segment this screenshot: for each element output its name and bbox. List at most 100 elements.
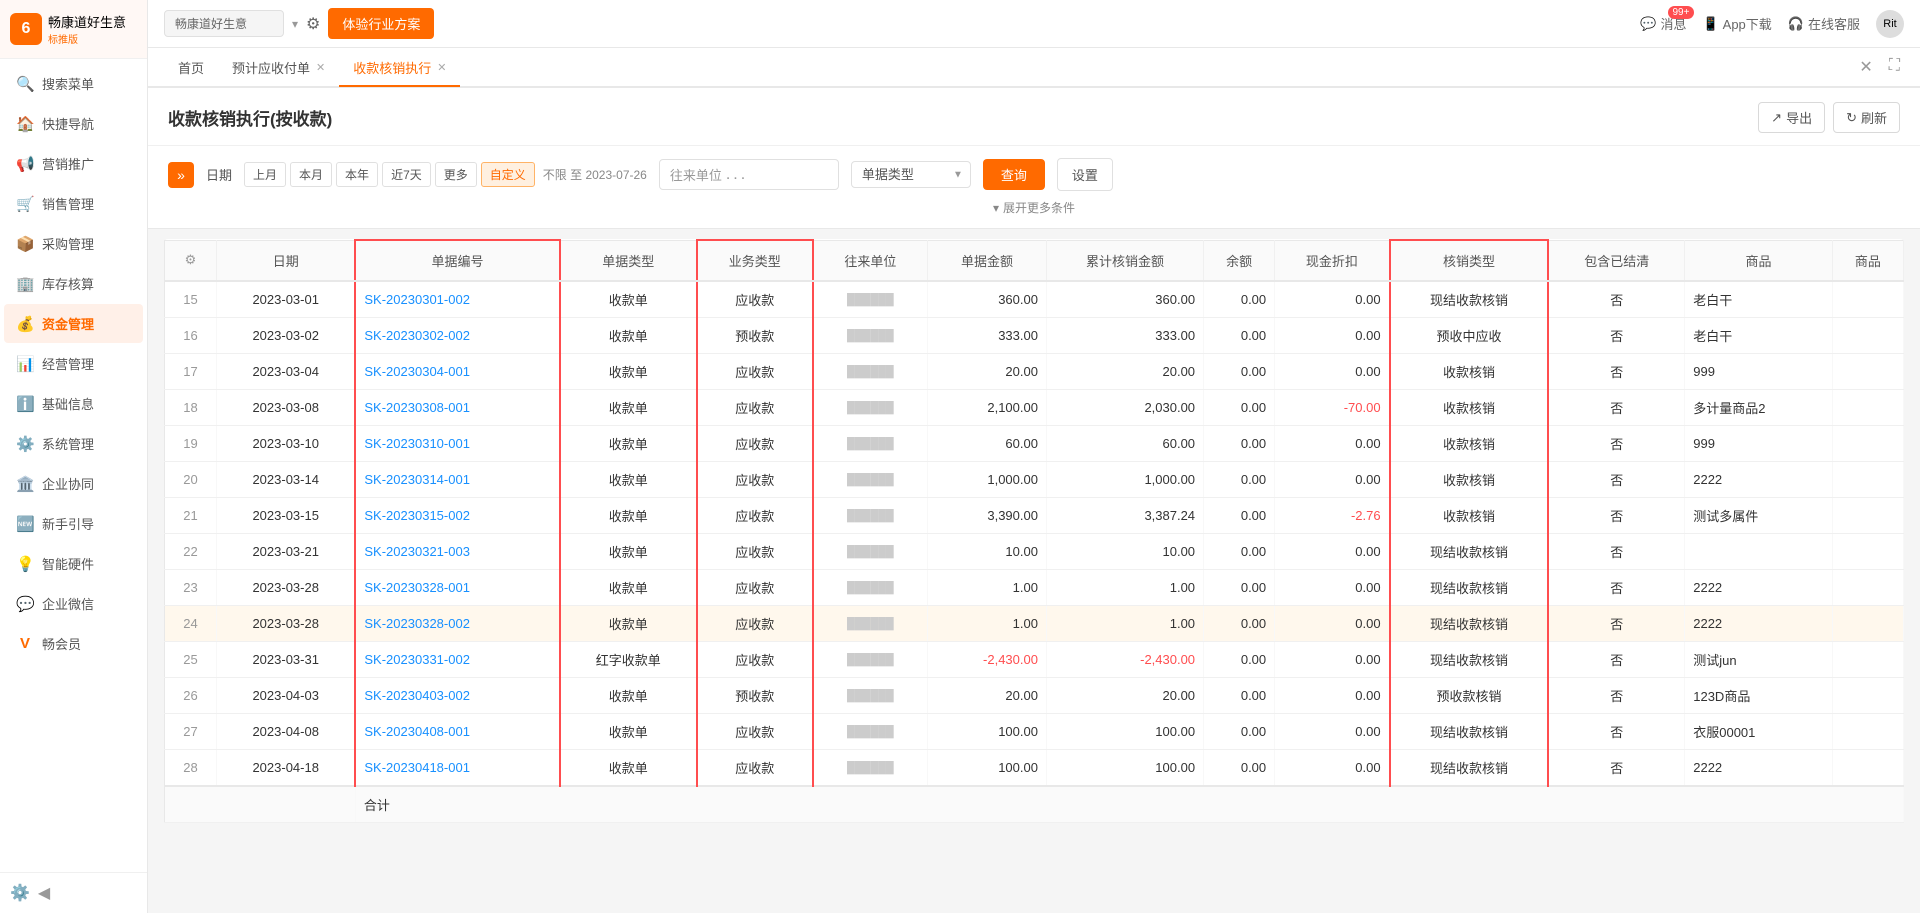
cell-includeclosed: 否 bbox=[1548, 390, 1684, 426]
sidebar-item-system[interactable]: ⚙️ 系统管理 bbox=[4, 424, 143, 463]
last7days-btn[interactable]: 近7天 bbox=[382, 162, 431, 187]
tab-close-icon[interactable]: ✕ bbox=[316, 61, 325, 74]
expand-more-button[interactable]: ▾ 展开更多条件 bbox=[993, 199, 1075, 216]
cell-goodsmore bbox=[1832, 462, 1903, 498]
refresh-icon: ↻ bbox=[1846, 110, 1857, 126]
cell-singleno[interactable]: SK-20230403-002 bbox=[355, 678, 559, 714]
enterprise-icon: 🏛️ bbox=[16, 475, 34, 493]
table-row: 262023-04-03SK-20230403-002收款单预收款██████2… bbox=[165, 678, 1904, 714]
message-button[interactable]: 💬 消息 99+ bbox=[1640, 14, 1686, 33]
this-year-btn[interactable]: 本年 bbox=[336, 162, 378, 187]
cell-goods: 老白干 bbox=[1685, 318, 1833, 354]
sidebar-item-member[interactable]: V 畅会员 bbox=[4, 624, 143, 663]
tab-close-window-icon[interactable]: ✕ bbox=[1855, 53, 1876, 81]
cell-singleno[interactable]: SK-20230308-001 bbox=[355, 390, 559, 426]
sidebar-item-finance[interactable]: 💰 资金管理 bbox=[4, 304, 143, 343]
cell-singleno[interactable]: SK-20230304-001 bbox=[355, 354, 559, 390]
cell-amount: 100.00 bbox=[928, 714, 1047, 750]
cell-singleno[interactable]: SK-20230302-002 bbox=[355, 318, 559, 354]
sidebar-item-hardware[interactable]: 💡 智能硬件 bbox=[4, 544, 143, 583]
cell-singleno[interactable]: SK-20230331-002 bbox=[355, 642, 559, 678]
cell-cashdiscount: -2.76 bbox=[1275, 498, 1390, 534]
sidebar-item-sales[interactable]: 🛒 销售管理 bbox=[4, 184, 143, 223]
th-settings[interactable]: ⚙ bbox=[165, 240, 217, 281]
cell-singleno[interactable]: SK-20230315-002 bbox=[355, 498, 559, 534]
cell-goods: 测试多属件 bbox=[1685, 498, 1833, 534]
topbar-gear-icon[interactable]: ⚙ bbox=[306, 14, 320, 34]
cell-singleno[interactable]: SK-20230418-001 bbox=[355, 750, 559, 787]
filter-expand-button[interactable]: » bbox=[168, 162, 194, 188]
refresh-button[interactable]: ↻ 刷新 bbox=[1833, 102, 1900, 133]
sidebar-item-operations[interactable]: 📊 经营管理 bbox=[4, 344, 143, 383]
cell-singleno[interactable]: SK-20230314-001 bbox=[355, 462, 559, 498]
cell-singleno[interactable]: SK-20230328-002 bbox=[355, 606, 559, 642]
megaphone-icon: 📢 bbox=[16, 155, 34, 173]
query-button[interactable]: 查询 bbox=[983, 159, 1045, 190]
cell-singleno[interactable]: SK-20230408-001 bbox=[355, 714, 559, 750]
tab-writeoff[interactable]: 收款核销执行 ✕ bbox=[339, 49, 460, 87]
cell-closetype: 现结收款核销 bbox=[1390, 570, 1549, 606]
chevron-down-icon: ▾ bbox=[993, 201, 999, 215]
sidebar-item-search[interactable]: 🔍 搜索菜单 bbox=[4, 64, 143, 103]
cell-cashdiscount: 0.00 bbox=[1275, 354, 1390, 390]
customer-filter-input[interactable]: 往来单位 ... bbox=[659, 159, 839, 190]
sidebar-item-quicknav[interactable]: 🏠 快捷导航 bbox=[4, 104, 143, 143]
cell-goods: 2222 bbox=[1685, 606, 1833, 642]
footer-label bbox=[165, 786, 356, 823]
new-icon: 🆕 bbox=[16, 515, 34, 533]
cell-biztype: 应收款 bbox=[697, 606, 813, 642]
sidebar-item-marketing[interactable]: 📢 营销推广 bbox=[4, 144, 143, 183]
more-date-btn[interactable]: 更多 bbox=[435, 162, 477, 187]
filter-settings-button[interactable]: 设置 bbox=[1057, 158, 1113, 191]
th-closetype: 核销类型 bbox=[1390, 240, 1549, 281]
cell-singleno[interactable]: SK-20230310-001 bbox=[355, 426, 559, 462]
brand-selector[interactable]: 畅康道好生意 bbox=[164, 10, 284, 37]
cell-date: 2023-03-08 bbox=[217, 390, 356, 426]
sidebar-item-wechat[interactable]: 💬 企业微信 bbox=[4, 584, 143, 623]
sidebar-item-enterprise[interactable]: 🏛️ 企业协同 bbox=[4, 464, 143, 503]
cell-singleno[interactable]: SK-20230301-002 bbox=[355, 281, 559, 318]
solution-button[interactable]: 体验行业方案 bbox=[328, 8, 434, 39]
cell-biztype: 应收款 bbox=[697, 426, 813, 462]
sidebar-item-purchase[interactable]: 📦 采购管理 bbox=[4, 224, 143, 263]
sidebar-item-guide[interactable]: 🆕 新手引导 bbox=[4, 504, 143, 543]
cell-amount: 60.00 bbox=[928, 426, 1047, 462]
sidebar-title: 畅康道好生意 bbox=[48, 12, 126, 31]
settings-icon[interactable]: ⚙ bbox=[185, 252, 197, 267]
cell-singletype: 收款单 bbox=[560, 534, 697, 570]
tab-prereceipt[interactable]: 预计应收付单 ✕ bbox=[218, 49, 339, 87]
tab-home[interactable]: 首页 bbox=[164, 49, 218, 87]
sidebar-item-inventory[interactable]: 🏢 库存核算 bbox=[4, 264, 143, 303]
cell-goodsmore bbox=[1832, 570, 1903, 606]
sidebar-item-basic[interactable]: ℹ️ 基础信息 bbox=[4, 384, 143, 423]
cell-goodsmore bbox=[1832, 678, 1903, 714]
table-row: 202023-03-14SK-20230314-001收款单应收款██████1… bbox=[165, 462, 1904, 498]
sidebar-logo: 6 畅康道好生意 标推版 bbox=[0, 0, 147, 59]
topbar-left: 畅康道好生意 ▾ ⚙ 体验行业方案 bbox=[164, 8, 1632, 39]
order-type-select[interactable]: 单据类型 bbox=[851, 161, 971, 188]
tab-close-icon[interactable]: ✕ bbox=[437, 61, 446, 74]
cell-singleno[interactable]: SK-20230321-003 bbox=[355, 534, 559, 570]
cell-goodsmore bbox=[1832, 534, 1903, 570]
cell-writeoffamt: 20.00 bbox=[1046, 354, 1203, 390]
custom-date-btn[interactable]: 自定义 bbox=[481, 162, 535, 187]
cell-balance: 0.00 bbox=[1204, 642, 1275, 678]
online-service-button[interactable]: 🎧 在线客服 bbox=[1788, 14, 1860, 33]
this-month-btn[interactable]: 本月 bbox=[290, 162, 332, 187]
dropdown-icon: ▾ bbox=[292, 17, 298, 31]
tab-maximize-icon[interactable]: ⛶ bbox=[1885, 53, 1904, 81]
app-download-button[interactable]: 📱 App下载 bbox=[1702, 14, 1771, 33]
cell-cashdiscount: 0.00 bbox=[1275, 462, 1390, 498]
cell-closetype: 现结收款核销 bbox=[1390, 642, 1549, 678]
collapse-icon[interactable]: ◀ bbox=[38, 883, 50, 903]
cell-goods: 2222 bbox=[1685, 570, 1833, 606]
cell-closetype: 现结收款核销 bbox=[1390, 750, 1549, 787]
export-button[interactable]: ↗ 导出 bbox=[1758, 102, 1825, 133]
settings-bottom-icon[interactable]: ⚙️ bbox=[10, 883, 30, 903]
cell-singleno[interactable]: SK-20230328-001 bbox=[355, 570, 559, 606]
cell-writeoffamt: 100.00 bbox=[1046, 750, 1203, 787]
cell-amount: -2,430.00 bbox=[928, 642, 1047, 678]
cell-includeclosed: 否 bbox=[1548, 281, 1684, 318]
last-month-btn[interactable]: 上月 bbox=[244, 162, 286, 187]
user-avatar[interactable]: Rit bbox=[1876, 10, 1904, 38]
